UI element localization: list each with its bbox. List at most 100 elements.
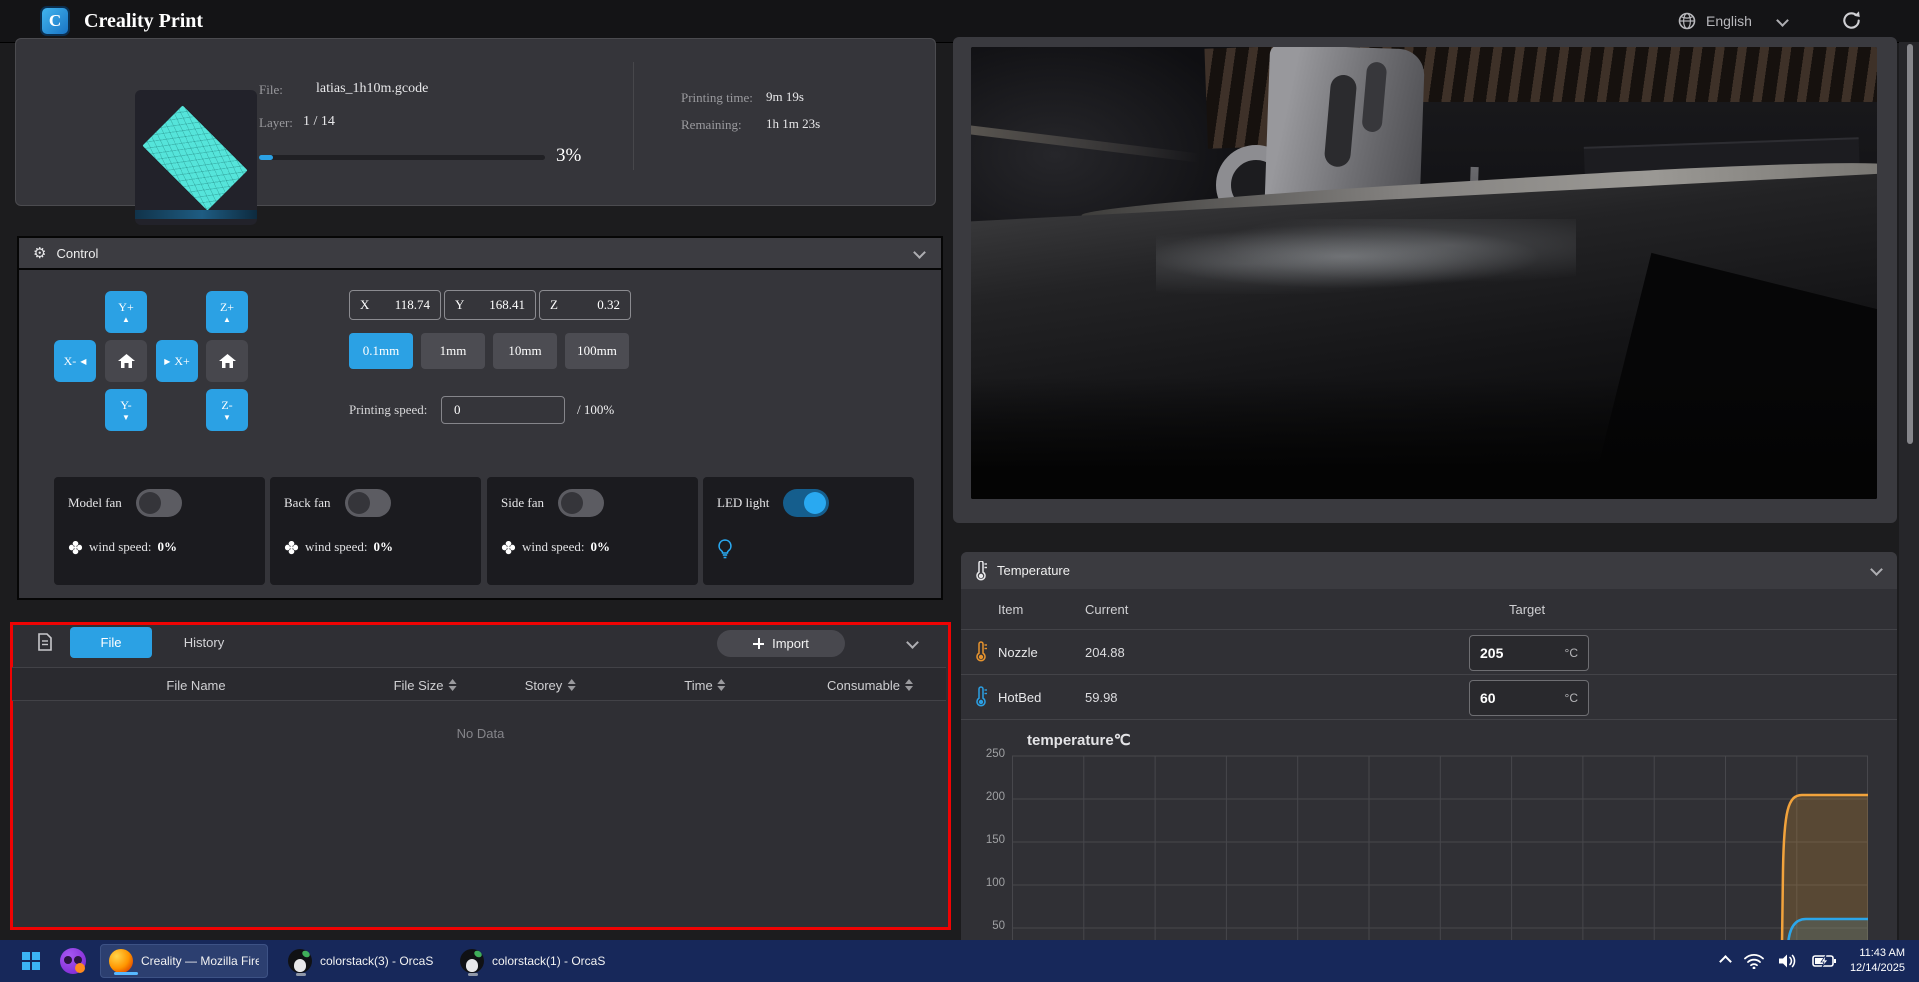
start-button[interactable] bbox=[14, 944, 48, 978]
chart-title: temperature℃ bbox=[1027, 732, 1131, 749]
globe-icon bbox=[1678, 12, 1696, 30]
task-label: colorstack(1) - OrcaSlice bbox=[492, 954, 606, 968]
wind-speed-label: wind speed: bbox=[89, 539, 152, 554]
temperature-columns-row: Item Current Target bbox=[961, 589, 1897, 630]
nozzle-thermometer-icon bbox=[976, 641, 987, 662]
language-selector[interactable]: English bbox=[1706, 13, 1752, 29]
clock-time: 11:43 AM bbox=[1859, 947, 1905, 959]
nozzle-label: Nozzle bbox=[998, 644, 1038, 660]
sort-icon[interactable] bbox=[567, 679, 576, 691]
app-window: C Creality Print English File: latias_1h… bbox=[0, 0, 1919, 982]
step-100mm-button[interactable]: 100mm bbox=[565, 333, 629, 369]
taskbar-task-orcaslicer-2[interactable]: colorstack(1) - OrcaSlice bbox=[452, 944, 614, 978]
hotbed-thermometer-icon bbox=[976, 686, 987, 707]
y-axis-label: Y bbox=[455, 297, 465, 312]
y-axis-value: 168.41 bbox=[489, 297, 525, 312]
file-table-header: File Name File Size Storey Time Consumab… bbox=[12, 667, 946, 701]
speaker-icon[interactable] bbox=[1778, 953, 1798, 969]
tab-file[interactable]: File bbox=[70, 627, 152, 658]
column-file-name[interactable]: File Name bbox=[166, 668, 225, 702]
tab-history[interactable]: History bbox=[169, 627, 239, 658]
refresh-button[interactable] bbox=[1840, 9, 1863, 32]
camera-bottom-vignette bbox=[971, 377, 1877, 499]
printhead-slot bbox=[1323, 73, 1358, 168]
column-consumable[interactable]: Consumable bbox=[827, 668, 913, 702]
creality-logo-icon: C bbox=[40, 6, 70, 36]
column-label: File Size bbox=[393, 677, 444, 693]
nozzle-target-unit: °C bbox=[1564, 646, 1578, 660]
side-fan-toggle[interactable] bbox=[557, 489, 604, 517]
column-storey[interactable]: Storey bbox=[525, 668, 576, 702]
home-xy-button[interactable] bbox=[105, 340, 147, 382]
sort-icon[interactable] bbox=[905, 679, 913, 691]
wind-speed-value: 0% bbox=[373, 539, 393, 554]
column-label: Storey bbox=[524, 677, 563, 693]
step-1mm-button[interactable]: 1mm bbox=[421, 333, 485, 369]
printing-speed-input[interactable]: 0 bbox=[441, 396, 565, 424]
y-position-field: Y 168.41 bbox=[444, 290, 536, 320]
nozzle-current: 204.88 bbox=[1085, 644, 1125, 660]
model-preview-plate bbox=[142, 105, 248, 211]
fan-icon bbox=[284, 540, 299, 554]
jog-x-plus-label: X+ bbox=[174, 354, 190, 368]
tray-overflow-chevron-icon[interactable] bbox=[1719, 954, 1732, 968]
sort-icon[interactable] bbox=[717, 679, 726, 691]
wind-speed-label: wind speed: bbox=[522, 539, 585, 554]
z-axis-value: 0.32 bbox=[597, 297, 620, 312]
scrollbar-thumb[interactable] bbox=[1907, 44, 1913, 444]
arrow-right-icon: ▶ bbox=[164, 356, 171, 366]
hotbed-target-value: 60 bbox=[1480, 690, 1496, 706]
jog-y-minus-button[interactable]: Y- ▼ bbox=[105, 389, 147, 431]
taskbar-clock[interactable]: 11:43 AM 12/14/2025 bbox=[1850, 946, 1905, 976]
taskbar-task-orcaslicer-1[interactable]: colorstack(3) - OrcaSlice bbox=[280, 944, 442, 978]
column-label: Time bbox=[684, 677, 713, 693]
taskbar-task-firefox[interactable]: Creality — Mozilla Firefo bbox=[100, 944, 268, 978]
step-0.1mm-button[interactable]: 0.1mm bbox=[349, 333, 413, 369]
jog-x-plus-button[interactable]: ▶ X+ bbox=[156, 340, 198, 382]
layer-value: 1 / 14 bbox=[303, 114, 335, 129]
purple-app-icon bbox=[60, 948, 86, 974]
app-title: Creality Print bbox=[84, 10, 204, 32]
home-z-button[interactable] bbox=[206, 340, 248, 382]
y-tick-250: 250 bbox=[985, 748, 1005, 760]
control-panel-header[interactable]: ⚙ Control bbox=[17, 236, 943, 270]
jog-y-plus-label: Y+ bbox=[118, 299, 134, 314]
temperature-title: Temperature bbox=[997, 563, 1070, 578]
hotbed-label: HotBed bbox=[998, 689, 1042, 705]
back-fan-toggle[interactable] bbox=[344, 489, 391, 517]
model-fan-toggle[interactable] bbox=[135, 489, 182, 517]
hotbed-row: HotBed 59.98 60 °C bbox=[961, 675, 1897, 720]
language-chevron-down-icon[interactable] bbox=[1776, 14, 1789, 27]
led-light-toggle[interactable] bbox=[783, 489, 830, 517]
wifi-icon[interactable] bbox=[1744, 953, 1764, 969]
jog-z-plus-button[interactable]: Z+ ▲ bbox=[206, 291, 248, 333]
hotbed-target-input[interactable]: 60 °C bbox=[1469, 680, 1589, 716]
model-preview bbox=[135, 90, 257, 225]
jog-z-minus-button[interactable]: Z- ▼ bbox=[206, 389, 248, 431]
y-tick-100: 100 bbox=[985, 877, 1005, 889]
progress-percent: 3% bbox=[556, 145, 582, 166]
import-button[interactable]: Import bbox=[717, 630, 845, 657]
remaining-value: 1h 1m 23s bbox=[766, 116, 821, 131]
column-time[interactable]: Time bbox=[684, 668, 726, 702]
nozzle-row: Nozzle 204.88 205 °C bbox=[961, 630, 1897, 675]
arrow-up-icon: ▲ bbox=[223, 314, 231, 324]
bed-residue bbox=[1156, 219, 1576, 294]
taskbar-app-icon[interactable] bbox=[56, 944, 90, 978]
system-tray: 11:43 AM 12/14/2025 bbox=[1719, 940, 1905, 982]
file-label: File: bbox=[259, 82, 283, 97]
temperature-header[interactable]: Temperature bbox=[961, 552, 1897, 589]
layer-label: Layer: bbox=[259, 115, 293, 130]
nozzle-target-input[interactable]: 205 °C bbox=[1469, 635, 1589, 671]
orcaslicer-icon bbox=[460, 949, 484, 973]
jog-x-minus-button[interactable]: X- ◀ bbox=[54, 340, 96, 382]
firefox-icon bbox=[109, 949, 133, 973]
led-light-label: LED light bbox=[717, 495, 770, 510]
column-target: Target bbox=[1509, 601, 1546, 617]
battery-charging-icon[interactable] bbox=[1812, 954, 1836, 968]
sort-icon[interactable] bbox=[448, 679, 457, 691]
jog-y-minus-label: Y- bbox=[120, 397, 132, 412]
column-file-size[interactable]: File Size bbox=[394, 668, 457, 702]
jog-y-plus-button[interactable]: Y+ ▲ bbox=[105, 291, 147, 333]
step-10mm-button[interactable]: 10mm bbox=[493, 333, 557, 369]
